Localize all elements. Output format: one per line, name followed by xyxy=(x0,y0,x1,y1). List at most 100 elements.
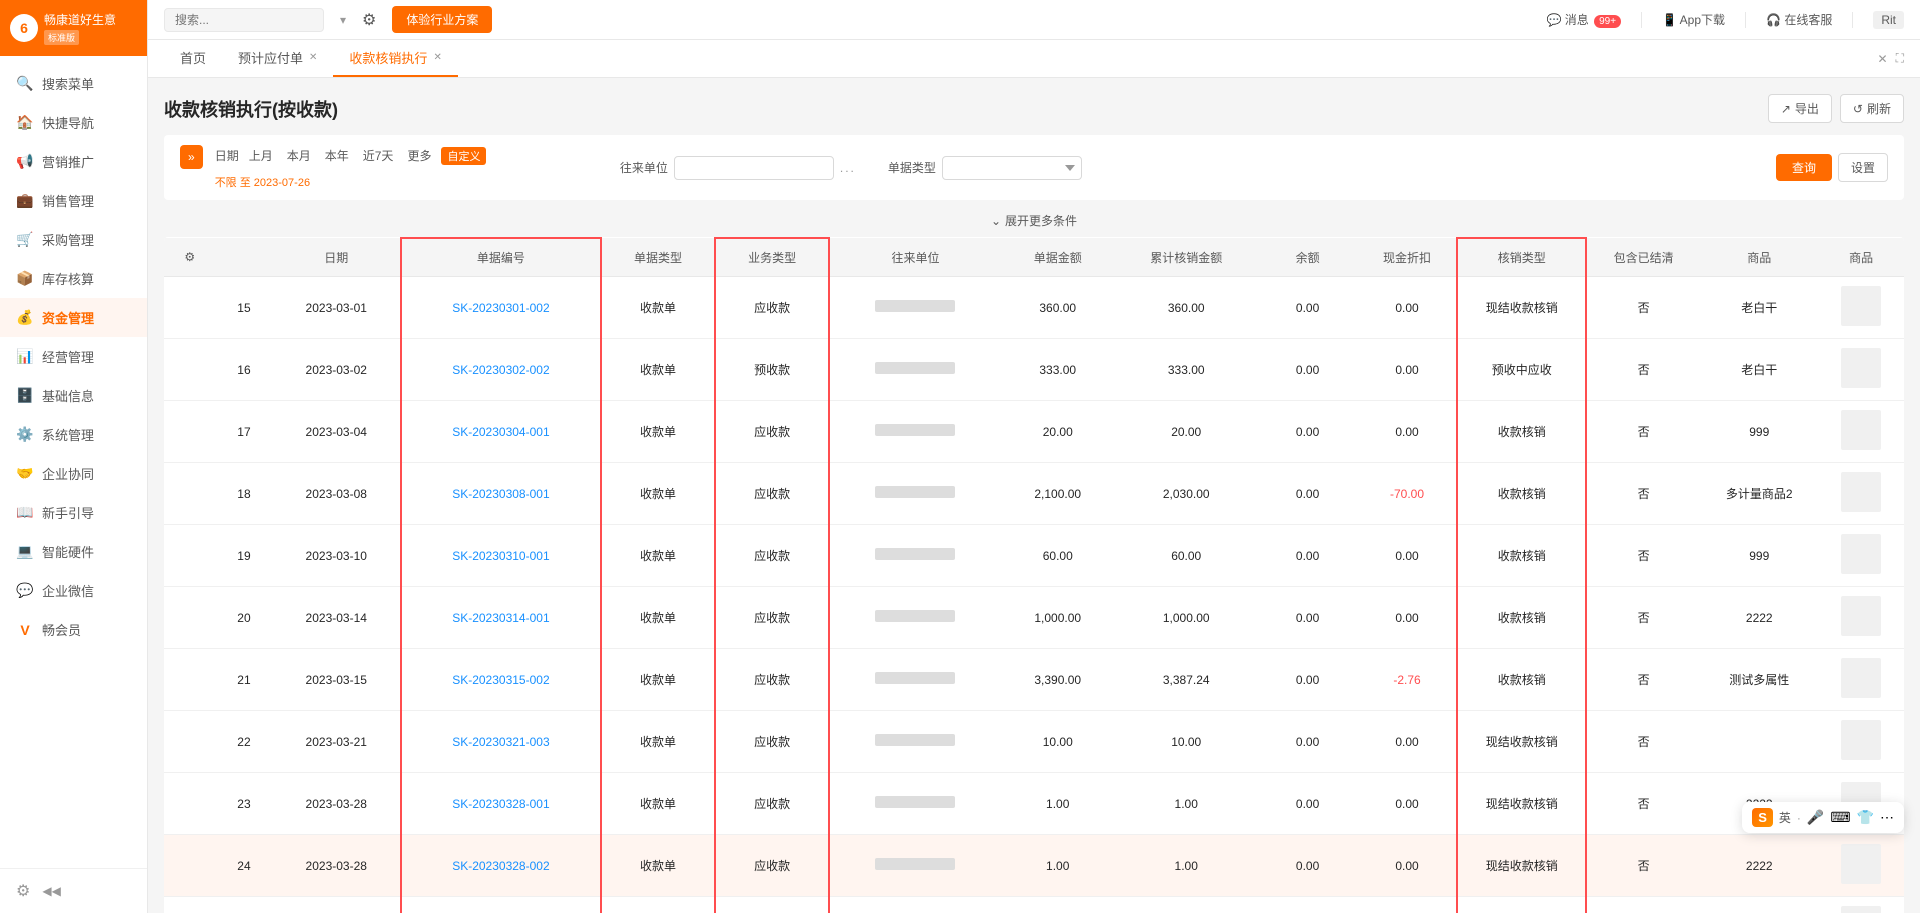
bill-no-link[interactable]: SK-20230328-001 xyxy=(452,797,549,811)
sidebar-item-sales[interactable]: 💼 销售管理 xyxy=(0,181,147,220)
basic-icon: 🗄️ xyxy=(16,387,34,404)
bill-no-link[interactable]: SK-20230304-001 xyxy=(452,425,549,439)
sidebar-item-shortcut[interactable]: 🏠 快捷导航 xyxy=(0,103,147,142)
user-info[interactable]: Rit xyxy=(1873,11,1904,29)
sidebar-item-member[interactable]: V 畅会员 xyxy=(0,610,147,649)
col-counterpart-header: 往来单位 xyxy=(829,238,1000,277)
mic-icon[interactable]: 🎤 xyxy=(1807,809,1824,826)
export-icon: ↗ xyxy=(1781,102,1791,116)
col-bill-amount-cell: 20.00 xyxy=(1001,401,1115,463)
sidebar-item-search[interactable]: 🔍 搜索菜单 xyxy=(0,64,147,103)
col-include-settled-cell: 否 xyxy=(1586,835,1700,897)
last7-filter[interactable]: 近7天 xyxy=(359,145,398,166)
sidebar-item-label: 搜索菜单 xyxy=(42,74,94,93)
expand-more-conditions[interactable]: ⌄ 展开更多条件 xyxy=(991,212,1077,229)
topbar-dropdown-icon[interactable]: ▾ xyxy=(340,13,346,27)
sidebar-item-hardware[interactable]: 💻 智能硬件 xyxy=(0,532,147,571)
col-cash-discount-cell: 0.00 xyxy=(1358,401,1458,463)
col-goods2-cell xyxy=(1818,525,1904,587)
topbar-gear-icon[interactable]: ⚙ xyxy=(362,10,376,30)
bill-no-link[interactable]: SK-20230308-001 xyxy=(452,487,549,501)
bill-no-link[interactable]: SK-20230321-003 xyxy=(452,735,549,749)
query-button[interactable]: 查询 xyxy=(1776,154,1832,181)
this-month-filter[interactable]: 本月 xyxy=(283,145,315,166)
col-cumulative-header: 累计核销金额 xyxy=(1115,238,1258,277)
col-date-cell: 2023-03-01 xyxy=(273,277,401,339)
table-row: 22 2023-03-21 SK-20230321-003 收款单 应收款 10… xyxy=(164,711,1904,773)
col-balance-cell: 0.00 xyxy=(1258,401,1358,463)
filter-date-group: 日期 上月 本月 本年 近7天 更多 自定义 不限 至 2023-07-26 xyxy=(215,145,588,190)
col-writeoff-type-cell: 收款核销 xyxy=(1457,525,1586,587)
table-body: 15 2023-03-01 SK-20230301-002 收款单 应收款 36… xyxy=(164,277,1904,913)
sidebar-item-wechat[interactable]: 💬 企业微信 xyxy=(0,571,147,610)
page-actions: ↗ 导出 ↺ 刷新 xyxy=(1768,94,1904,123)
tabs: 首页 预计应付单 ✕ 收款核销执行 ✕ ✕ ⛶ xyxy=(148,40,1920,78)
sidebar-item-operation[interactable]: 📊 经营管理 xyxy=(0,337,147,376)
bill-no-link[interactable]: SK-20230314-001 xyxy=(452,611,549,625)
online-service-link[interactable]: 🎧 在线客服 xyxy=(1766,11,1832,28)
industry-solution-button[interactable]: 体验行业方案 xyxy=(392,6,492,33)
sidebar-collapse-icon[interactable]: ◀◀ xyxy=(42,884,60,898)
col-seq-cell: 15 xyxy=(215,277,272,339)
floating-input-tools: S 英 · 🎤 ⌨ 👕 ⋯ xyxy=(1742,802,1904,833)
col-counterpart-cell xyxy=(829,525,1000,587)
bill-no-link[interactable]: SK-20230328-002 xyxy=(452,859,549,873)
col-settings-header[interactable]: ⚙ xyxy=(164,238,215,277)
voucher-type-filter-select[interactable] xyxy=(942,156,1082,180)
tab-close-all-icon[interactable]: ✕ xyxy=(1878,52,1888,66)
more-tools-icon[interactable]: ⋯ xyxy=(1880,809,1894,826)
grid-icon[interactable]: ⌨ xyxy=(1830,809,1850,826)
table-row: 20 2023-03-14 SK-20230314-001 收款单 应收款 1,… xyxy=(164,587,1904,649)
settings-button[interactable]: 设置 xyxy=(1838,153,1888,182)
custom-filter-btn[interactable]: 自定义 xyxy=(441,147,486,165)
col-bill-no-cell: SK-20230315-002 xyxy=(401,649,601,711)
bill-no-link[interactable]: SK-20230315-002 xyxy=(452,673,549,687)
sidebar-settings-icon[interactable]: ⚙ xyxy=(16,881,30,901)
col-cumulative-cell: 10.00 xyxy=(1115,711,1258,773)
sidebar-item-inventory[interactable]: 📦 库存核算 xyxy=(0,259,147,298)
logo-text: 畅康道好生意 xyxy=(44,11,116,28)
more-filter[interactable]: 更多 xyxy=(403,145,435,166)
bill-no-link[interactable]: SK-20230301-002 xyxy=(452,301,549,315)
counterpart-filter-input[interactable] xyxy=(674,156,834,180)
topbar-search-input[interactable] xyxy=(164,8,324,32)
tab-collection-exec[interactable]: 收款核销执行 ✕ xyxy=(333,40,457,77)
sidebar-item-purchase[interactable]: 🛒 采购管理 xyxy=(0,220,147,259)
col-bill-amount-cell: 60.00 xyxy=(1001,525,1115,587)
shirt-icon[interactable]: 👕 xyxy=(1857,809,1874,826)
english-icon[interactable]: 英 xyxy=(1779,809,1791,826)
tab-close-icon[interactable]: ✕ xyxy=(309,52,317,63)
col-cash-discount-cell: 0.00 xyxy=(1358,897,1458,913)
filter-expand-button[interactable]: » xyxy=(180,145,203,169)
last-month-filter[interactable]: 上月 xyxy=(245,145,277,166)
inventory-icon: 📦 xyxy=(16,270,34,287)
sidebar-item-label: 销售管理 xyxy=(42,191,94,210)
sidebar-item-marketing[interactable]: 📢 营销推广 xyxy=(0,142,147,181)
bill-no-link[interactable]: SK-20230302-002 xyxy=(452,363,549,377)
col-balance-cell: 0.00 xyxy=(1258,649,1358,711)
export-button[interactable]: ↗ 导出 xyxy=(1768,94,1832,123)
col-balance-cell: 0.00 xyxy=(1258,525,1358,587)
bill-no-link[interactable]: SK-20230310-001 xyxy=(452,549,549,563)
sidebar-item-finance[interactable]: 💰 资金管理 xyxy=(0,298,147,337)
refresh-button[interactable]: ↺ 刷新 xyxy=(1840,94,1904,123)
tab-pending-payment[interactable]: 预计应付单 ✕ xyxy=(222,40,333,77)
message-icon[interactable]: 💬 消息 99+ xyxy=(1546,11,1621,28)
col-cumulative-cell: 1.00 xyxy=(1115,773,1258,835)
app-download-link[interactable]: 📱 App下载 xyxy=(1662,11,1725,28)
sidebar-item-basic[interactable]: 🗄️ 基础信息 xyxy=(0,376,147,415)
sidebar-item-system[interactable]: ⚙️ 系统管理 xyxy=(0,415,147,454)
sidebar-item-label: 系统管理 xyxy=(42,425,94,444)
col-goods2-cell xyxy=(1818,401,1904,463)
sidebar-item-guide[interactable]: 📖 新手引导 xyxy=(0,493,147,532)
table-row: 21 2023-03-15 SK-20230315-002 收款单 应收款 3,… xyxy=(164,649,1904,711)
table-settings-icon[interactable]: ⚙ xyxy=(184,250,195,264)
col-bill-amount-header: 单据金额 xyxy=(1001,238,1115,277)
tab-home[interactable]: 首页 xyxy=(164,40,222,77)
tab-expand-icon[interactable]: ⛶ xyxy=(1896,51,1904,66)
this-year-filter[interactable]: 本年 xyxy=(321,145,353,166)
col-bill-no-cell: SK-20230301-002 xyxy=(401,277,601,339)
tab-close-icon[interactable]: ✕ xyxy=(433,52,441,63)
col-cash-discount-cell: 0.00 xyxy=(1358,773,1458,835)
sidebar-item-enterprise[interactable]: 🤝 企业协同 xyxy=(0,454,147,493)
